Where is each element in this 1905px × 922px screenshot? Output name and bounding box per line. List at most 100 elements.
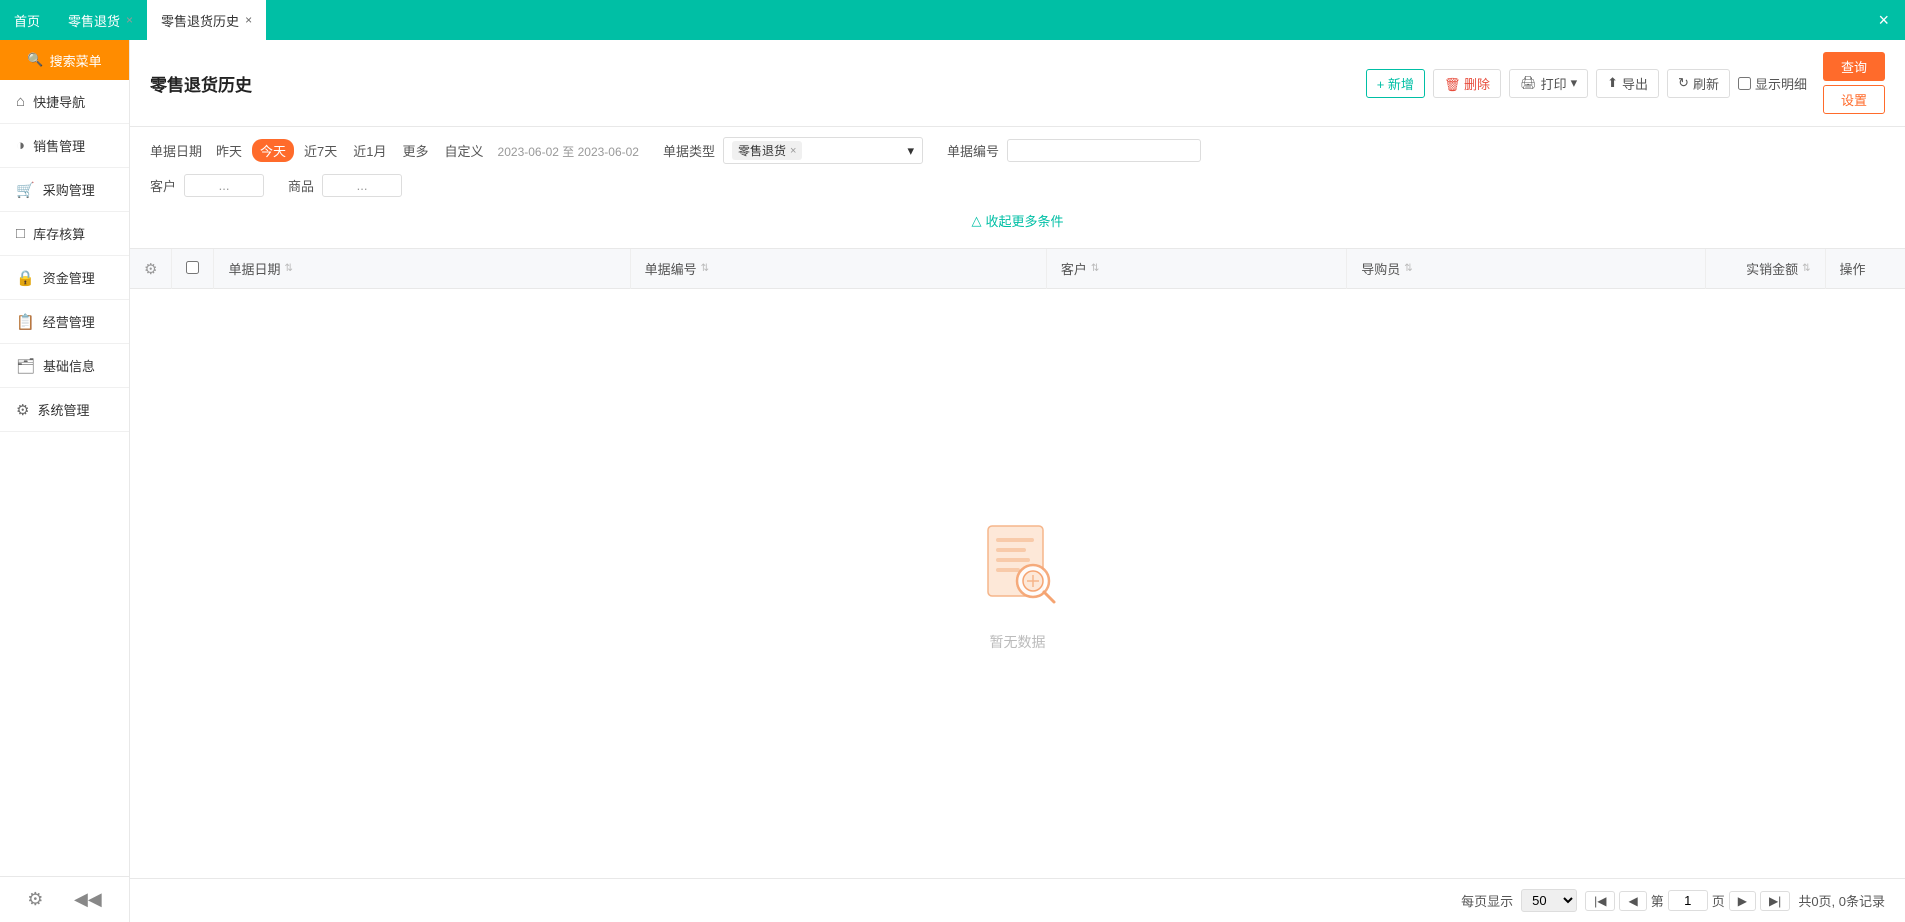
th-date: 单据日期 ⇅ <box>214 249 630 289</box>
amount-sort-icon[interactable]: ⇅ <box>1802 263 1810 274</box>
date-opt-more[interactable]: 更多 <box>397 139 435 162</box>
sidebar-item-purchase-mgmt[interactable]: 🛒 采购管理 <box>0 168 129 212</box>
sidebar-bottom: ⚙ ◀◀ <box>0 876 129 922</box>
export-button[interactable]: ⬆ 导出 <box>1596 69 1659 98</box>
tab-retail-return-close[interactable]: × <box>126 13 133 27</box>
first-page-button[interactable]: |◀ <box>1585 891 1615 911</box>
column-settings-icon[interactable]: ⚙ <box>144 261 157 278</box>
number-filter-input[interactable] <box>1007 139 1201 162</box>
customer-sort-icon[interactable]: ⇅ <box>1091 263 1099 274</box>
new-button[interactable]: + 新增 <box>1366 69 1425 98</box>
per-page-label: 每页显示 <box>1461 891 1513 910</box>
show-detail-label: 显示明细 <box>1738 74 1807 93</box>
sidebar-item-sales-mgmt-label: 销售管理 <box>33 136 85 155</box>
refresh-button[interactable]: ↻ 刷新 <box>1667 69 1730 98</box>
type-filter-group: 单据类型 零售退货 × ▾ <box>663 137 923 164</box>
th-settings: ⚙ <box>130 249 172 289</box>
customer-filter-btn[interactable]: ... <box>184 174 264 197</box>
number-sort: 单据编号 ⇅ <box>645 259 1032 278</box>
sidebar-item-operations[interactable]: 📋 经营管理 <box>0 300 129 344</box>
page-title: 零售退货历史 <box>150 71 252 96</box>
next-page-button[interactable]: ▶ <box>1729 891 1756 911</box>
page-number-input[interactable] <box>1668 890 1708 911</box>
date-opt-yesterday[interactable]: 昨天 <box>210 139 248 162</box>
filter-row-2: 客户 ... 商品 ... <box>150 174 1885 197</box>
number-filter-label: 单据编号 <box>947 141 999 160</box>
table-header-row: ⚙ 单据日期 ⇅ 单据编号 <box>130 249 1905 289</box>
th-date-label: 单据日期 <box>228 259 280 278</box>
tab-retail-return[interactable]: 零售退货 × <box>54 0 147 40</box>
type-tag: 零售退货 × <box>732 141 802 160</box>
date-filter-group: 单据日期 昨天 今天 近7天 近1月 更多 自定义 2023-06-02 至 2… <box>150 139 639 162</box>
type-select[interactable]: 零售退货 × ▾ <box>723 137 923 164</box>
sales-icon: ◑ <box>16 137 25 154</box>
content-area: 零售退货历史 + 新增 🗑 删除 🖨 打印 ▾ ⬆ 导出 ↻ <box>130 40 1905 922</box>
volume-icon[interactable]: ◀◀ <box>74 889 102 910</box>
main-layout: 🔍 搜索菜单 ⌂ 快捷导航 ◑ 销售管理 🛒 采购管理 □ 库存核算 🔒 资金管… <box>0 40 1905 922</box>
export-icon: ⬆ <box>1607 75 1618 91</box>
date-filter-label: 单据日期 <box>150 141 202 160</box>
sidebar-item-quick-nav[interactable]: ⌂ 快捷导航 <box>0 80 129 124</box>
sidebar-search[interactable]: 🔍 搜索菜单 <box>0 40 129 80</box>
th-action: 操作 <box>1825 249 1905 289</box>
date-opt-7days[interactable]: 近7天 <box>298 139 343 162</box>
collapse-btn-label: 收起更多条件 <box>985 211 1063 230</box>
date-opt-today[interactable]: 今天 <box>252 139 294 162</box>
collapse-btn[interactable]: △ 收起更多条件 <box>971 211 1063 230</box>
print-chevron-icon: ▾ <box>1571 75 1578 91</box>
operations-icon: 📋 <box>16 313 35 331</box>
table-header: ⚙ 单据日期 ⇅ 单据编号 <box>130 249 1905 289</box>
settings-button[interactable]: 设置 <box>1823 85 1885 114</box>
show-detail-text: 显示明细 <box>1755 74 1807 93</box>
tab-retail-return-history-close[interactable]: × <box>245 13 252 27</box>
date-range-text: 2023-06-02 至 2023-06-02 <box>498 143 639 160</box>
sidebar-search-label: 搜索菜单 <box>50 51 102 70</box>
show-detail-checkbox[interactable] <box>1738 77 1751 90</box>
date-options: 昨天 今天 近7天 近1月 更多 自定义 <box>210 139 490 162</box>
tab-home-label: 首页 <box>14 11 40 30</box>
date-opt-custom[interactable]: 自定义 <box>439 139 490 162</box>
last-page-button[interactable]: ▶| <box>1760 891 1790 911</box>
sidebar-item-quick-nav-label: 快捷导航 <box>33 92 85 111</box>
goods-filter-btn[interactable]: ... <box>322 174 402 197</box>
type-select-chevron: ▾ <box>907 143 914 159</box>
number-filter-group: 单据编号 <box>947 139 1201 162</box>
guide-sort-icon[interactable]: ⇅ <box>1404 263 1412 274</box>
refresh-label: 刷新 <box>1693 74 1719 93</box>
settings-gear-icon[interactable]: ⚙ <box>27 889 43 910</box>
type-filter-label: 单据类型 <box>663 141 715 160</box>
sidebar-item-finance[interactable]: 🔒 资金管理 <box>0 256 129 300</box>
date-opt-1month[interactable]: 近1月 <box>347 139 392 162</box>
sidebar-item-basic-info-label: 基础信息 <box>43 356 95 375</box>
th-amount-label: 实销金额 <box>1746 259 1798 278</box>
select-all-checkbox[interactable] <box>186 261 199 274</box>
sidebar-item-system[interactable]: ⚙ 系统管理 <box>0 388 129 432</box>
per-page-select[interactable]: 50 20 100 <box>1521 889 1577 912</box>
th-customer-label: 客户 <box>1061 259 1087 278</box>
th-check <box>172 249 214 289</box>
tab-home[interactable]: 首页 <box>0 0 54 40</box>
export-label: 导出 <box>1622 74 1648 93</box>
page-nav: |◀ ◀ 第 页 ▶ ▶| <box>1585 890 1790 911</box>
tab-bar: 首页 零售退货 × 零售退货历史 × <box>0 0 1862 40</box>
tab-retail-return-label: 零售退货 <box>68 11 120 30</box>
close-window-button[interactable]: × <box>1862 10 1905 31</box>
type-tag-close[interactable]: × <box>790 145 796 157</box>
finance-icon: 🔒 <box>16 269 35 287</box>
print-button[interactable]: 🖨 打印 ▾ <box>1509 69 1588 98</box>
delete-button[interactable]: 🗑 删除 <box>1433 69 1501 98</box>
number-sort-icon[interactable]: ⇅ <box>701 263 709 274</box>
inventory-icon: □ <box>16 225 25 242</box>
th-action-label: 操作 <box>1840 262 1866 277</box>
prev-page-button[interactable]: ◀ <box>1619 891 1646 911</box>
query-button[interactable]: 查询 <box>1823 52 1885 81</box>
sidebar-item-sales-mgmt[interactable]: ◑ 销售管理 <box>0 124 129 168</box>
basic-info-icon: 🗂 <box>16 357 35 375</box>
th-number-label: 单据编号 <box>645 259 697 278</box>
empty-state: 暂无数据 <box>130 289 1905 878</box>
date-sort-icon[interactable]: ⇅ <box>284 263 292 274</box>
sidebar-item-basic-info[interactable]: 🗂 基础信息 <box>0 344 129 388</box>
tab-retail-return-history[interactable]: 零售退货历史 × <box>147 0 266 40</box>
sidebar-item-inventory[interactable]: □ 库存核算 <box>0 212 129 256</box>
th-customer: 客户 ⇅ <box>1046 249 1346 289</box>
